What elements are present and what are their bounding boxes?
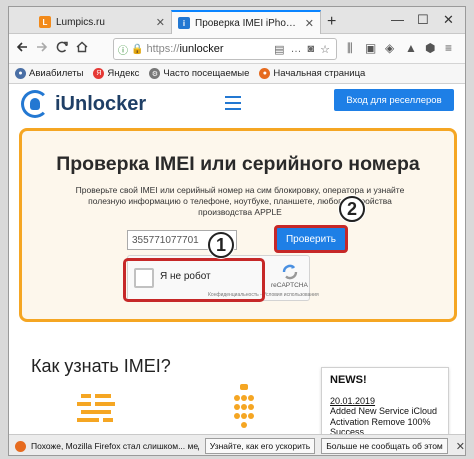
recaptcha-brand: reCAPTCHA <box>271 282 308 289</box>
tab-close-icon[interactable]: ✕ <box>305 17 314 30</box>
howto-title: Как узнать IMEI? <box>31 356 171 376</box>
news-text: Added New Service iCloud Activation Remo… <box>330 406 438 434</box>
logo-text: iUnlocker <box>55 92 147 115</box>
iunlocker-logo-icon <box>21 90 49 118</box>
info-icon[interactable]: ⓘ <box>118 42 128 57</box>
url-bar[interactable]: ⓘ 🔒 https:// iunlocker ▤ … ◙ ☆ <box>113 38 337 60</box>
library-icon[interactable]: ⫼ <box>347 41 353 56</box>
site-logo[interactable]: iUnlocker <box>21 90 146 118</box>
bookmarks-bar: ● Авиабилеты Я Яндекс ⚙ Часто посещаемые… <box>9 64 465 84</box>
resellers-login-button[interactable]: Вход для реселлеров <box>334 89 454 111</box>
home-icon <box>76 41 88 53</box>
imei-check-panel: Проверка IMEI или серийного номера Прове… <box>19 128 457 322</box>
tab-close-icon[interactable]: ✕ <box>156 16 165 29</box>
url-host: iunlocker <box>179 43 224 55</box>
maximize-button[interactable]: ☐ <box>417 12 429 28</box>
phone-dialpad-icon <box>234 384 254 428</box>
check-description: Проверьте свой IMEI или серийный номер н… <box>75 185 405 217</box>
news-date-link[interactable]: 20.01.2019 <box>330 396 440 406</box>
bookmark-label: Начальная страница <box>273 68 366 79</box>
annotation-badge-2: 2 <box>339 196 365 222</box>
notification-bar: Похоже, Mozilla Firefox стал слишком... … <box>9 434 465 455</box>
news-box: NEWS! 20.01.2019 Added New Service iClou… <box>321 367 449 434</box>
bookmark-aviabilety[interactable]: ● Авиабилеты <box>15 68 83 79</box>
iunlocker-favicon-icon: i <box>178 17 190 29</box>
dont-show-again-button[interactable]: Больше не сообщать об этом <box>321 438 448 454</box>
bookmark-frequent[interactable]: ⚙ Часто посещаемые <box>149 68 249 79</box>
close-window-button[interactable]: ✕ <box>443 12 454 28</box>
url-protocol: https:// <box>146 43 180 55</box>
web-page: iUnlocker Вход для реселлеров Проверка I… <box>9 84 465 434</box>
check-button[interactable]: Проверить <box>274 225 348 253</box>
back-arrow-icon <box>16 42 27 52</box>
gear-icon: ⚙ <box>149 68 161 79</box>
reload-icon <box>56 41 68 53</box>
hamburger-menu-icon[interactable] <box>225 96 241 114</box>
news-heading: NEWS! <box>330 374 367 386</box>
bookmark-homepage[interactable]: ● Начальная страница <box>259 68 365 79</box>
sidebar-icon[interactable]: ▣ <box>365 41 376 55</box>
lumpics-favicon-icon: L <box>39 16 51 28</box>
bookmark-label: Яндекс <box>107 68 140 79</box>
speed-up-button[interactable]: Узнайте, как его ускорить <box>204 438 316 454</box>
site-header: iUnlocker Вход для реселлеров <box>9 84 465 128</box>
tab-iunlocker[interactable]: i Проверка IMEI iPhone или Serial ✕ <box>171 10 321 34</box>
bookmark-yandex[interactable]: Я Яндекс <box>93 68 139 79</box>
tab-label: Lumpics.ru <box>56 16 105 28</box>
notification-message: Похоже, Mozilla Firefox стал слишком... … <box>31 441 199 451</box>
recaptcha-logo-icon <box>282 264 298 280</box>
bookmark-star-icon[interactable]: ☆ <box>320 43 330 56</box>
close-icon[interactable]: ✕ <box>456 440 465 453</box>
bookmark-label: Авиабилеты <box>29 68 84 79</box>
keypad-illustration-icon <box>77 394 115 422</box>
lock-icon: 🔒 <box>131 43 144 55</box>
extension-icon[interactable]: ◈ <box>385 41 394 55</box>
tab-bar: L Lumpics.ru ✕ i Проверка IMEI iPhone ил… <box>9 7 465 34</box>
firefox-icon <box>15 440 26 452</box>
back-button[interactable] <box>15 40 29 57</box>
bookmark-label: Часто посещаемые <box>163 68 250 79</box>
browser-window: L Lumpics.ru ✕ i Проверка IMEI iPhone ил… <box>8 6 466 456</box>
page-title: Проверка IMEI или серийного номера <box>56 153 420 175</box>
firefox-icon: ● <box>259 68 271 79</box>
url-actions: ▤ … ◙ ☆ <box>274 43 336 56</box>
home-button[interactable] <box>75 40 89 57</box>
reload-button[interactable] <box>55 40 69 57</box>
adblock-icon[interactable]: ⬢ <box>425 41 435 55</box>
globe-icon: ● <box>15 68 26 79</box>
menu-icon[interactable]: ≡ <box>445 41 452 55</box>
pocket-icon[interactable]: ◙ <box>307 43 314 56</box>
minimize-button[interactable]: — <box>391 12 404 27</box>
forward-arrow-icon <box>37 42 48 52</box>
new-tab-button[interactable]: + <box>327 13 336 31</box>
tab-lumpics[interactable]: L Lumpics.ru ✕ <box>33 10 171 34</box>
annotation-highlight-captcha <box>123 258 265 302</box>
vpn-icon[interactable]: ▲ <box>405 41 417 55</box>
yandex-icon: Я <box>93 68 105 79</box>
annotation-badge-1: 1 <box>208 232 234 258</box>
more-actions-icon[interactable]: … <box>290 43 301 56</box>
navigation-bar: ⓘ 🔒 https:// iunlocker ▤ … ◙ ☆ ⫼ ▣ ◈ ▲ ⬢… <box>9 34 465 64</box>
forward-button[interactable] <box>35 40 49 57</box>
tab-label: Проверка IMEI iPhone или Serial <box>195 17 301 29</box>
reader-view-icon[interactable]: ▤ <box>274 43 284 56</box>
